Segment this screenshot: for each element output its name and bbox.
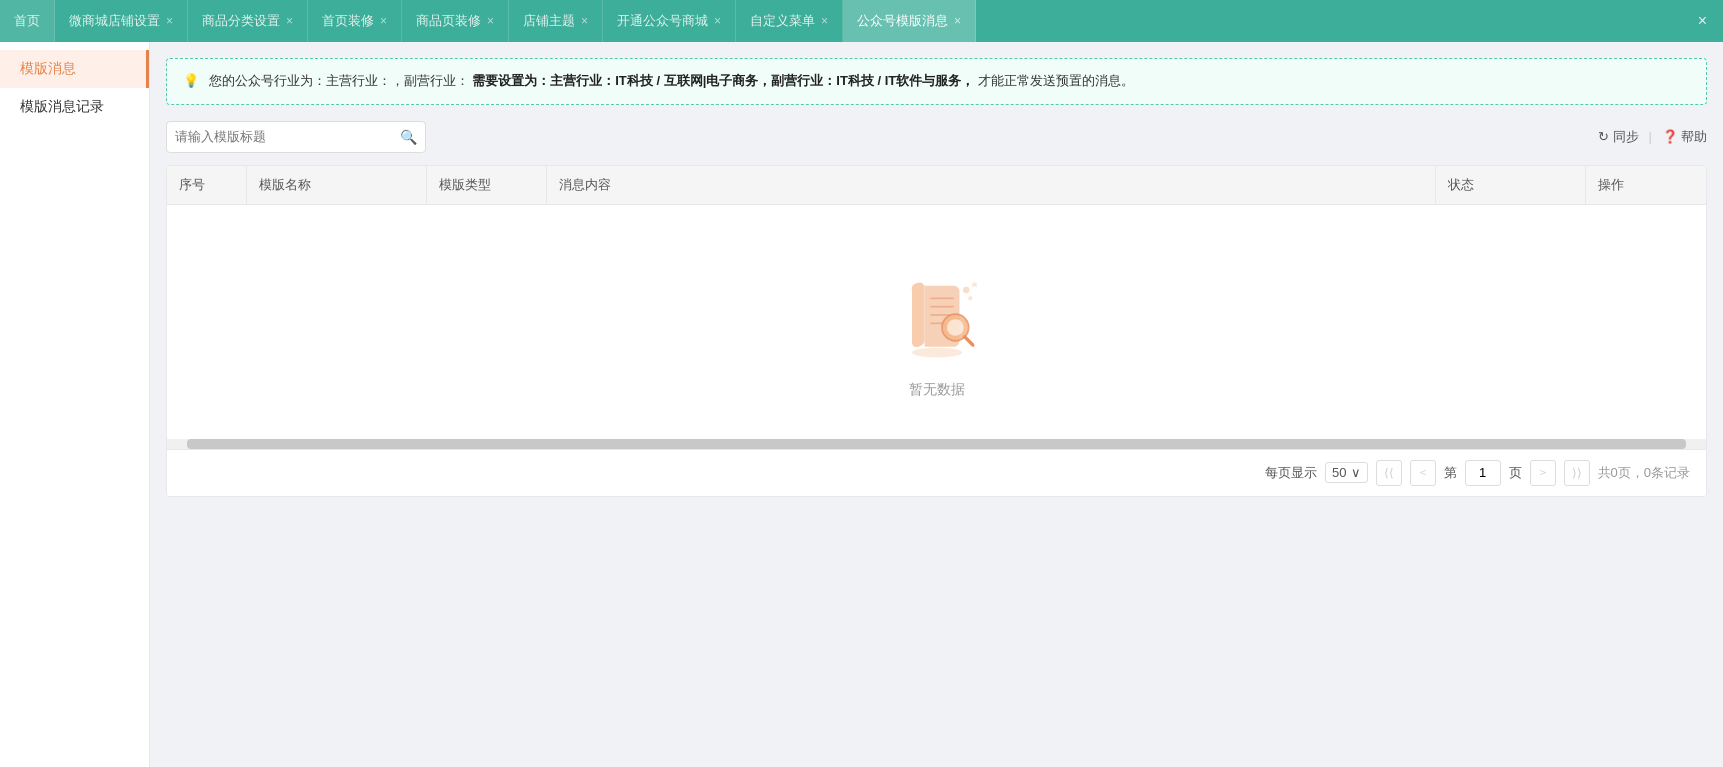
search-input[interactable] bbox=[175, 129, 400, 144]
page-prefix-label: 第 bbox=[1444, 464, 1457, 482]
close-store-setting[interactable]: × bbox=[166, 14, 173, 28]
tab-home-label: 首页 bbox=[14, 12, 40, 30]
divider: | bbox=[1649, 129, 1652, 144]
scroll-bar-inner[interactable] bbox=[187, 439, 1686, 449]
th-index: 序号 bbox=[167, 166, 247, 204]
close-template-msg[interactable]: × bbox=[954, 14, 961, 28]
tab-open-mall[interactable]: 开通公众号商城 × bbox=[603, 0, 736, 42]
tab-store-theme-label: 店铺主题 bbox=[523, 12, 575, 30]
notice-suffix: 才能正常发送预置的消息。 bbox=[978, 73, 1134, 88]
empty-state: 暂无数据 bbox=[167, 205, 1706, 439]
page-size-select[interactable]: 50 ∨ bbox=[1325, 462, 1367, 483]
sidebar: 模版消息 模版消息记录 bbox=[0, 42, 150, 767]
search-actions: ↻ 同步 | ❓ 帮助 bbox=[1598, 128, 1707, 146]
tab-custom-menu-label: 自定义菜单 bbox=[750, 12, 815, 30]
search-icon[interactable]: 🔍 bbox=[400, 129, 417, 145]
last-page-button[interactable]: ⟩⟩ bbox=[1564, 460, 1590, 486]
search-bar: 🔍 ↻ 同步 | ❓ 帮助 bbox=[166, 121, 1707, 153]
tab-template-msg-label: 公众号模版消息 bbox=[857, 12, 948, 30]
sidebar-item-template-msg-label: 模版消息 bbox=[20, 60, 76, 76]
sidebar-item-template-msg-log-label: 模版消息记录 bbox=[20, 98, 104, 114]
main-layout: 模版消息 模版消息记录 💡 您的公众号行业为：主营行业：，副营行业： 需要设置为… bbox=[0, 42, 1723, 767]
tab-open-mall-label: 开通公众号商城 bbox=[617, 12, 708, 30]
sidebar-item-template-msg-log[interactable]: 模版消息记录 bbox=[0, 88, 149, 126]
notice-highlight: 需要设置为：主营行业：IT科技 / 互联网|电子商务，副营行业：IT科技 / I… bbox=[472, 73, 974, 88]
help-button[interactable]: ❓ 帮助 bbox=[1662, 128, 1707, 146]
tab-template-msg[interactable]: 公众号模版消息 × bbox=[843, 0, 976, 42]
search-input-wrap[interactable]: 🔍 bbox=[166, 121, 426, 153]
main-content: 💡 您的公众号行业为：主营行业：，副营行业： 需要设置为：主营行业：IT科技 /… bbox=[150, 42, 1723, 767]
table-wrap: 序号 模版名称 模版类型 消息内容 状态 操作 bbox=[166, 165, 1707, 497]
sync-button[interactable]: ↻ 同步 bbox=[1598, 128, 1639, 146]
th-content: 消息内容 bbox=[547, 166, 1436, 204]
svg-point-0 bbox=[912, 347, 962, 357]
notice-prefix: 您的公众号行业为：主营行业：，副营行业： bbox=[209, 73, 469, 88]
page-size-value: 50 bbox=[1332, 465, 1346, 480]
help-circle-icon: ❓ bbox=[1662, 129, 1678, 144]
close-store-theme[interactable]: × bbox=[581, 14, 588, 28]
tab-homepage-decor[interactable]: 首页装修 × bbox=[308, 0, 402, 42]
table-header: 序号 模版名称 模版类型 消息内容 状态 操作 bbox=[167, 166, 1706, 205]
notice-icon: 💡 bbox=[183, 73, 199, 88]
th-name: 模版名称 bbox=[247, 166, 427, 204]
page-number-input[interactable] bbox=[1465, 460, 1501, 486]
empty-text: 暂无数据 bbox=[909, 381, 965, 399]
tab-product-decor-label: 商品页装修 bbox=[416, 12, 481, 30]
tab-store-setting[interactable]: 微商城店铺设置 × bbox=[55, 0, 188, 42]
th-action: 操作 bbox=[1586, 166, 1706, 204]
chevron-down-icon: ∨ bbox=[1351, 465, 1361, 480]
close-homepage-decor[interactable]: × bbox=[380, 14, 387, 28]
close-product-decor[interactable]: × bbox=[487, 14, 494, 28]
close-custom-menu[interactable]: × bbox=[821, 14, 828, 28]
close-open-mall[interactable]: × bbox=[714, 14, 721, 28]
svg-line-7 bbox=[964, 336, 972, 344]
help-label: 帮助 bbox=[1681, 128, 1707, 146]
sidebar-item-template-msg[interactable]: 模版消息 bbox=[0, 50, 149, 88]
svg-point-6 bbox=[947, 319, 964, 336]
tab-store-theme[interactable]: 店铺主题 × bbox=[509, 0, 603, 42]
page-suffix-label: 页 bbox=[1509, 464, 1522, 482]
close-all-button[interactable]: × bbox=[1682, 12, 1723, 30]
next-page-button[interactable]: ＞ bbox=[1530, 460, 1556, 486]
scroll-bar-area[interactable] bbox=[167, 439, 1706, 449]
tab-store-setting-label: 微商城店铺设置 bbox=[69, 12, 160, 30]
notice-banner: 💡 您的公众号行业为：主营行业：，副营行业： 需要设置为：主营行业：IT科技 /… bbox=[166, 58, 1707, 105]
sync-label: 同步 bbox=[1613, 128, 1639, 146]
svg-point-8 bbox=[962, 286, 969, 293]
page-size-label: 每页显示 bbox=[1265, 464, 1317, 482]
tab-product-decor[interactable]: 商品页装修 × bbox=[402, 0, 509, 42]
empty-illustration bbox=[887, 265, 987, 365]
tab-category-setting-label: 商品分类设置 bbox=[202, 12, 280, 30]
first-page-button[interactable]: ⟨⟨ bbox=[1376, 460, 1402, 486]
svg-point-9 bbox=[968, 296, 972, 300]
prev-page-button[interactable]: ＜ bbox=[1410, 460, 1436, 486]
tab-home[interactable]: 首页 bbox=[0, 0, 55, 42]
th-type: 模版类型 bbox=[427, 166, 547, 204]
th-status: 状态 bbox=[1436, 166, 1586, 204]
page-total: 共0页，0条记录 bbox=[1598, 464, 1690, 482]
pagination: 每页显示 50 ∨ ⟨⟨ ＜ 第 页 ＞ ⟩⟩ 共0页，0条记录 bbox=[167, 449, 1706, 496]
tab-category-setting[interactable]: 商品分类设置 × bbox=[188, 0, 308, 42]
close-category-setting[interactable]: × bbox=[286, 14, 293, 28]
tab-custom-menu[interactable]: 自定义菜单 × bbox=[736, 0, 843, 42]
tab-homepage-decor-label: 首页装修 bbox=[322, 12, 374, 30]
topbar: 首页 微商城店铺设置 × 商品分类设置 × 首页装修 × 商品页装修 × 店铺主… bbox=[0, 0, 1723, 42]
sync-icon: ↻ bbox=[1598, 129, 1609, 144]
